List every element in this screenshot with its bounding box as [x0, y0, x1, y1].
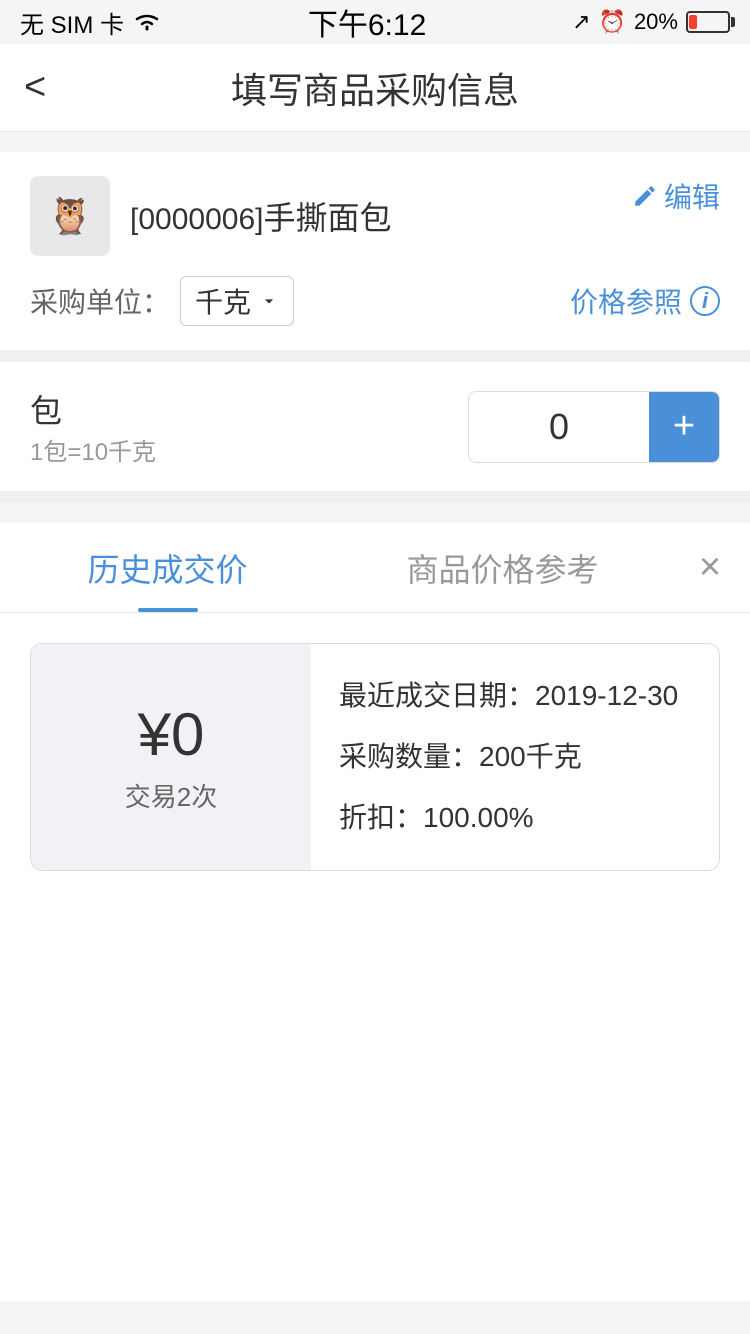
- bottom-area: [0, 901, 750, 1301]
- status-left: 无 SIM 卡: [20, 5, 162, 40]
- history-date-label: 最近成交日期：: [339, 680, 535, 711]
- quantity-label-block: 包 1包=10千克: [30, 386, 468, 467]
- product-name: 手撕面包: [263, 200, 391, 236]
- quantity-unit-name: 包: [30, 386, 468, 432]
- quantity-plus-button[interactable]: +: [649, 392, 719, 462]
- tabs-close-button[interactable]: ×: [670, 523, 750, 612]
- tabs-panel: 历史成交价 商品价格参考 × ¥0 交易2次 最近成交日期：2019-12-30…: [0, 523, 750, 901]
- page-title: 填写商品采购信息: [231, 62, 519, 114]
- history-qty-value: 200千克: [479, 741, 582, 772]
- divider-1: [0, 350, 750, 362]
- unit-select-area: 采购单位： 千克: [30, 276, 294, 326]
- unit-label: 采购单位：: [30, 281, 170, 321]
- history-count: 交易2次: [125, 777, 217, 814]
- history-card-right: 最近成交日期：2019-12-30 采购数量：200千克 折扣：100.00%: [311, 644, 719, 870]
- price-ref-button[interactable]: 价格参照 i: [570, 281, 720, 321]
- status-bar: 无 SIM 卡 下午6:12 ↗ ⏰ 20%: [0, 0, 750, 44]
- product-id: [0000006]: [130, 203, 263, 236]
- product-logo-icon: 🦉: [48, 195, 93, 237]
- history-discount-value: 100.00%: [423, 802, 534, 833]
- product-header: 🦉 [0000006]手撕面包 编辑: [30, 176, 720, 256]
- history-discount-row: 折扣：100.00%: [339, 796, 691, 841]
- divider-2: [0, 491, 750, 503]
- history-qty-label: 采购数量：: [339, 741, 479, 772]
- back-button[interactable]: <: [24, 66, 46, 109]
- history-qty-row: 采购数量：200千克: [339, 735, 691, 780]
- location-icon: ↗: [572, 9, 590, 35]
- chevron-down-icon: [259, 291, 279, 311]
- product-name-block: [0000006]手撕面包: [130, 193, 391, 239]
- status-time: 下午6:12: [308, 0, 426, 44]
- battery-percent: 20%: [634, 9, 678, 35]
- tab-product-price-ref[interactable]: 商品价格参考: [335, 523, 670, 612]
- history-card: ¥0 交易2次 最近成交日期：2019-12-30 采购数量：200千克 折扣：…: [30, 643, 720, 871]
- battery-icon: [686, 11, 730, 33]
- tab-history-price[interactable]: 历史成交价: [0, 523, 335, 612]
- tabs-header: 历史成交价 商品价格参考 ×: [0, 523, 750, 613]
- tab-content-history: ¥0 交易2次 最近成交日期：2019-12-30 采购数量：200千克 折扣：…: [0, 613, 750, 901]
- quantity-input[interactable]: [469, 392, 649, 462]
- quantity-control: +: [468, 391, 720, 463]
- product-thumbnail: 🦉: [30, 176, 110, 256]
- unit-dropdown[interactable]: 千克: [180, 276, 294, 326]
- history-discount-label: 折扣：: [339, 802, 423, 833]
- quantity-row: 包 1包=10千克 +: [0, 362, 750, 491]
- wifi-icon: [132, 11, 162, 33]
- price-ref-label: 价格参照: [570, 281, 682, 321]
- product-card: 🦉 [0000006]手撕面包 编辑 采购单位： 千克 价格参照 i: [0, 152, 750, 350]
- nav-bar: < 填写商品采购信息: [0, 44, 750, 132]
- carrier-text: 无 SIM 卡: [20, 5, 124, 40]
- history-date-row: 最近成交日期：2019-12-30: [339, 674, 691, 719]
- edit-label: 编辑: [664, 176, 720, 216]
- edit-button[interactable]: 编辑: [632, 176, 720, 216]
- battery-fill: [689, 15, 697, 29]
- alarm-icon: ⏰: [599, 9, 626, 35]
- edit-icon: [632, 183, 658, 209]
- history-price: ¥0: [138, 700, 205, 769]
- quantity-unit-hint: 1包=10千克: [30, 432, 468, 467]
- status-right: ↗ ⏰ 20%: [572, 9, 730, 35]
- product-unit-row: 采购单位： 千克 价格参照 i: [30, 276, 720, 326]
- info-icon: i: [690, 286, 720, 316]
- product-left: 🦉 [0000006]手撕面包: [30, 176, 391, 256]
- unit-value: 千克: [195, 281, 251, 321]
- history-date-value: 2019-12-30: [535, 680, 678, 711]
- history-card-left: ¥0 交易2次: [31, 644, 311, 870]
